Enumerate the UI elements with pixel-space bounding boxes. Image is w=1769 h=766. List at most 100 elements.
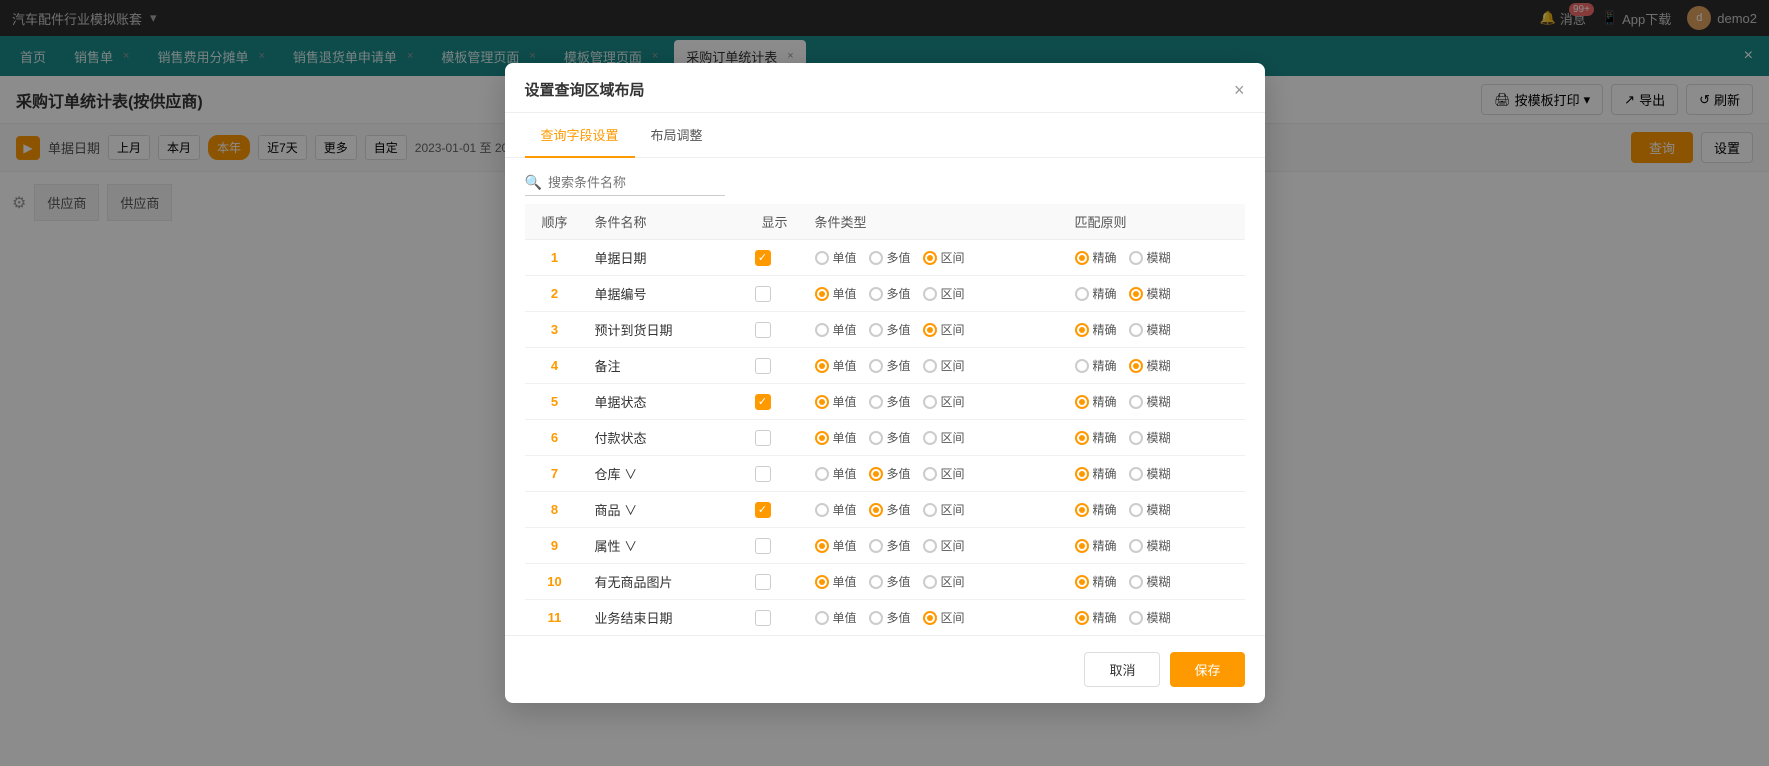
tab-query-fields[interactable]: 查询字段设置 — [525, 113, 635, 158]
match-radio-精确[interactable]: 精确 — [1075, 465, 1117, 482]
type-radio-单值[interactable]: 单值 — [815, 573, 857, 590]
type-radio-单值[interactable]: 单值 — [815, 609, 857, 626]
save-button[interactable]: 保存 — [1170, 652, 1244, 687]
display-checkbox[interactable] — [755, 250, 771, 266]
type-radio-区间[interactable]: 区间 — [923, 429, 965, 446]
match-radio-精确[interactable]: 精确 — [1075, 537, 1117, 554]
type-radio-多值[interactable]: 多值 — [869, 537, 911, 554]
display-checkbox[interactable] — [755, 574, 771, 590]
row-display[interactable] — [745, 384, 805, 420]
row-display[interactable] — [745, 276, 805, 312]
match-radio-精确[interactable]: 精确 — [1075, 357, 1117, 374]
row-match: 精确模糊 — [1065, 240, 1245, 276]
type-radio-多值[interactable]: 多值 — [869, 285, 911, 302]
row-name: 备注 — [585, 348, 745, 384]
match-radio-模糊[interactable]: 模糊 — [1129, 429, 1171, 446]
match-radio-模糊[interactable]: 模糊 — [1129, 249, 1171, 266]
table-row: 5单据状态单值多值区间精确模糊 — [525, 384, 1245, 420]
match-radio-精确[interactable]: 精确 — [1075, 249, 1117, 266]
match-radio-精确[interactable]: 精确 — [1075, 501, 1117, 518]
type-radio-单值[interactable]: 单值 — [815, 393, 857, 410]
radio-circle — [869, 395, 883, 409]
type-radio-区间[interactable]: 区间 — [923, 285, 965, 302]
display-checkbox[interactable] — [755, 358, 771, 374]
display-checkbox[interactable] — [755, 286, 771, 302]
table-row: 2单据编号单值多值区间精确模糊 — [525, 276, 1245, 312]
display-checkbox[interactable] — [755, 430, 771, 446]
match-radio-模糊[interactable]: 模糊 — [1129, 501, 1171, 518]
match-radio-精确[interactable]: 精确 — [1075, 321, 1117, 338]
type-radio-单值[interactable]: 单值 — [815, 249, 857, 266]
row-display[interactable] — [745, 456, 805, 492]
type-radio-区间[interactable]: 区间 — [923, 357, 965, 374]
match-radio-精确[interactable]: 精确 — [1075, 573, 1117, 590]
row-display[interactable] — [745, 420, 805, 456]
type-radio-多值[interactable]: 多值 — [869, 609, 911, 626]
match-radio-精确[interactable]: 精确 — [1075, 285, 1117, 302]
display-checkbox[interactable] — [755, 322, 771, 338]
row-name: 商品 ∨ — [585, 492, 745, 528]
type-radio-区间[interactable]: 区间 — [923, 249, 965, 266]
dialog-close-button[interactable]: × — [1234, 81, 1245, 99]
type-radio-单值[interactable]: 单值 — [815, 429, 857, 446]
type-radio-区间[interactable]: 区间 — [923, 321, 965, 338]
type-radio-多值[interactable]: 多值 — [869, 393, 911, 410]
type-radio-单值[interactable]: 单值 — [815, 285, 857, 302]
tab-layout-adjust[interactable]: 布局调整 — [635, 113, 719, 158]
type-radio-多值[interactable]: 多值 — [869, 321, 911, 338]
radio-circle — [923, 251, 937, 265]
row-type: 单值多值区间 — [805, 240, 1065, 276]
display-checkbox[interactable] — [755, 394, 771, 410]
type-radio-区间[interactable]: 区间 — [923, 573, 965, 590]
row-display[interactable] — [745, 600, 805, 636]
match-radio-模糊[interactable]: 模糊 — [1129, 285, 1171, 302]
match-radio-精确[interactable]: 精确 — [1075, 609, 1117, 626]
cancel-button[interactable]: 取消 — [1084, 652, 1160, 687]
type-radio-单值[interactable]: 单值 — [815, 465, 857, 482]
row-order: 6 — [525, 420, 585, 456]
radio-circle — [923, 539, 937, 553]
match-radio-模糊[interactable]: 模糊 — [1129, 573, 1171, 590]
radio-circle — [869, 467, 883, 481]
row-display[interactable] — [745, 528, 805, 564]
row-type: 单值多值区间 — [805, 384, 1065, 420]
type-radio-多值[interactable]: 多值 — [869, 357, 911, 374]
match-radio-精确[interactable]: 精确 — [1075, 429, 1117, 446]
type-radio-区间[interactable]: 区间 — [923, 465, 965, 482]
row-name: 属性 ∨ — [585, 528, 745, 564]
type-radio-单值[interactable]: 单值 — [815, 357, 857, 374]
display-checkbox[interactable] — [755, 502, 771, 518]
type-radio-多值[interactable]: 多值 — [869, 249, 911, 266]
type-radio-区间[interactable]: 区间 — [923, 609, 965, 626]
type-radio-区间[interactable]: 区间 — [923, 393, 965, 410]
row-display[interactable] — [745, 564, 805, 600]
type-radio-单值[interactable]: 单值 — [815, 321, 857, 338]
radio-circle — [869, 359, 883, 373]
match-radio-模糊[interactable]: 模糊 — [1129, 537, 1171, 554]
type-radio-多值[interactable]: 多值 — [869, 465, 911, 482]
row-display[interactable] — [745, 240, 805, 276]
radio-circle — [815, 359, 829, 373]
type-radio-区间[interactable]: 区间 — [923, 537, 965, 554]
match-radio-模糊[interactable]: 模糊 — [1129, 465, 1171, 482]
row-display[interactable] — [745, 492, 805, 528]
match-radio-模糊[interactable]: 模糊 — [1129, 393, 1171, 410]
type-radio-单值[interactable]: 单值 — [815, 537, 857, 554]
row-display[interactable] — [745, 348, 805, 384]
match-radio-模糊[interactable]: 模糊 — [1129, 321, 1171, 338]
search-input[interactable] — [548, 175, 708, 190]
display-checkbox[interactable] — [755, 610, 771, 626]
display-checkbox[interactable] — [755, 538, 771, 554]
display-checkbox[interactable] — [755, 466, 771, 482]
type-radio-多值[interactable]: 多值 — [869, 573, 911, 590]
col-type: 条件类型 — [805, 204, 1065, 240]
type-radio-区间[interactable]: 区间 — [923, 501, 965, 518]
row-type: 单值多值区间 — [805, 420, 1065, 456]
type-radio-多值[interactable]: 多值 — [869, 429, 911, 446]
match-radio-模糊[interactable]: 模糊 — [1129, 609, 1171, 626]
row-display[interactable] — [745, 312, 805, 348]
type-radio-单值[interactable]: 单值 — [815, 501, 857, 518]
match-radio-精确[interactable]: 精确 — [1075, 393, 1117, 410]
type-radio-多值[interactable]: 多值 — [869, 501, 911, 518]
match-radio-模糊[interactable]: 模糊 — [1129, 357, 1171, 374]
